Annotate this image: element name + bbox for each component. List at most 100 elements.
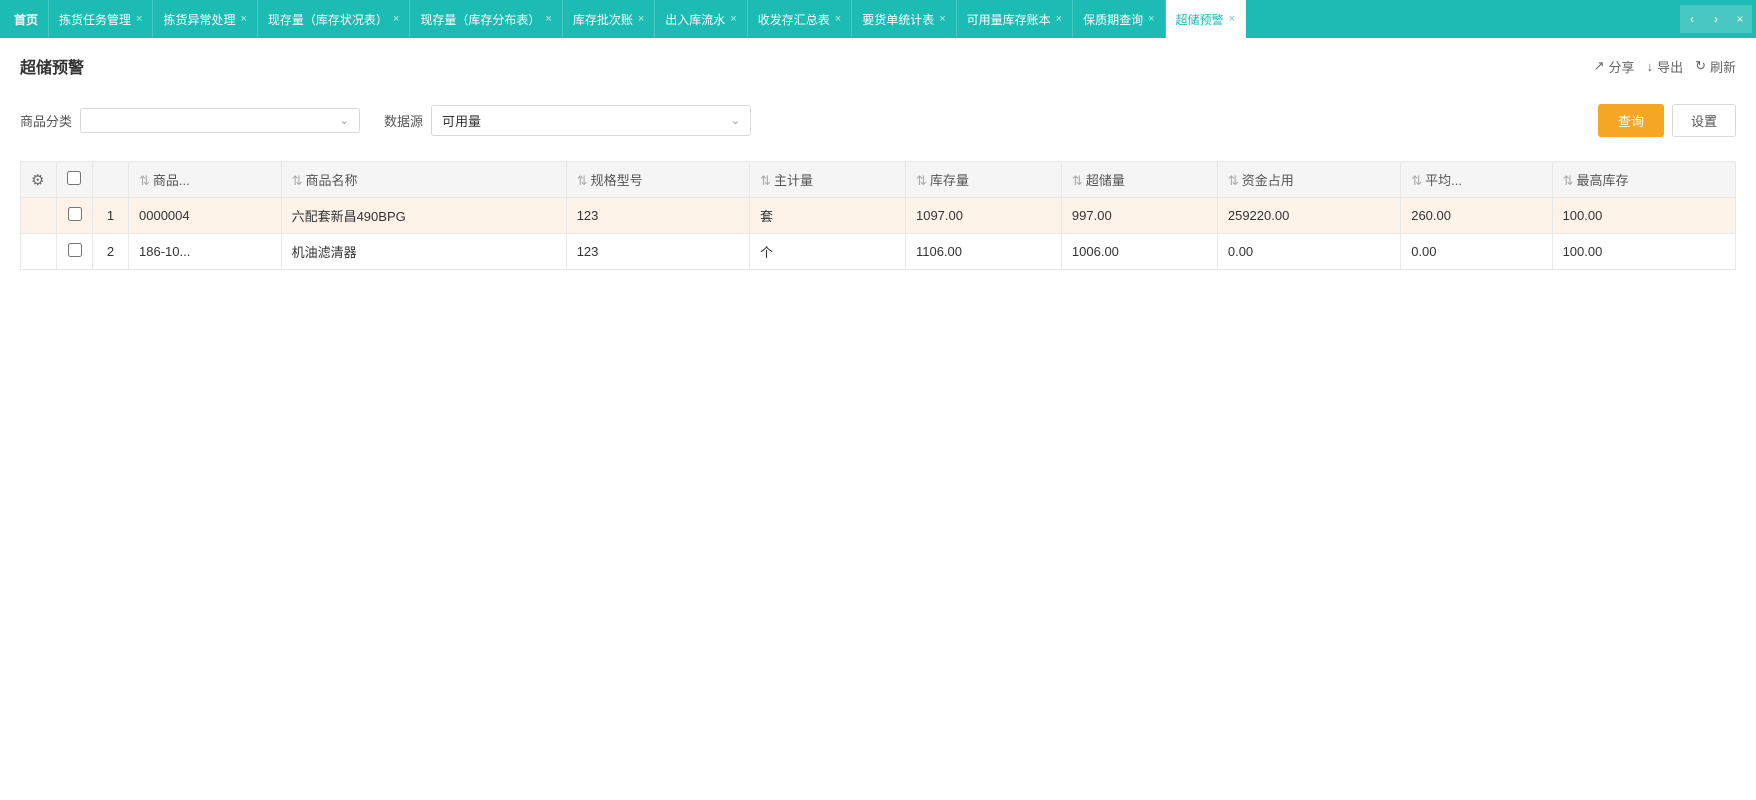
- refresh-icon: ↻: [1695, 58, 1706, 74]
- product-name-cell-1: 机油滤清器: [281, 234, 566, 270]
- close-tab-icon-4[interactable]: ×: [545, 13, 551, 25]
- filter-actions: 查询 设置: [1598, 104, 1736, 137]
- page-title: 超储预警: [20, 54, 84, 78]
- page-title-bar: 超储预警 ↗ 分享 ↓ 导出 ↻ 刷新: [20, 54, 1736, 78]
- nav-tab-5[interactable]: 库存批次账×: [563, 0, 655, 38]
- sort-icon-8[interactable]: ⇅: [1411, 173, 1422, 188]
- chevron-down-icon: ⌄: [340, 114, 349, 127]
- nav-tab-3[interactable]: 现存量（库存状况表）×: [258, 0, 410, 38]
- sort-icon[interactable]: ⇅: [139, 173, 150, 188]
- query-button[interactable]: 查询: [1598, 104, 1664, 137]
- overstock-cell-0: 997.00: [1061, 198, 1217, 234]
- gear-icon[interactable]: ⚙: [31, 172, 44, 189]
- nav-tab-2[interactable]: 拣货异常处理×: [153, 0, 257, 38]
- nav-tab-9[interactable]: 可用量库存账本×: [957, 0, 1073, 38]
- product-code-cell-1: 186-10...: [129, 234, 282, 270]
- sort-icon-7[interactable]: ⇅: [1228, 173, 1239, 188]
- nav-tab-6[interactable]: 出入库流水×: [655, 0, 747, 38]
- checkbox-cell-0[interactable]: [57, 198, 93, 234]
- nav-tab-4[interactable]: 现存量（库存分布表）×: [410, 0, 562, 38]
- settings-button[interactable]: 设置: [1672, 104, 1736, 137]
- select-all-checkbox[interactable]: [67, 171, 81, 185]
- data-table: ⚙ ⇅商品... ⇅商品名称 ⇅规格型号 ⇅主计量: [20, 161, 1736, 270]
- rownum-cell-0: 1: [93, 198, 129, 234]
- sort-icon-4[interactable]: ⇅: [760, 173, 771, 188]
- max-stock-cell-0: 100.00: [1552, 198, 1735, 234]
- spec-cell-0: 123: [566, 198, 749, 234]
- top-nav: 首页拣货任务管理×拣货异常处理×现存量（库存状况表）×现存量（库存分布表）×库存…: [0, 0, 1756, 38]
- nav-right-button[interactable]: ›: [1704, 5, 1728, 33]
- th-rownum: [93, 162, 129, 198]
- datasource-select[interactable]: 可用量 ⌄: [431, 105, 751, 136]
- product-category-select[interactable]: ⌄: [80, 108, 360, 133]
- page-content: 超储预警 ↗ 分享 ↓ 导出 ↻ 刷新 商品分类 ⌄ 数据源: [0, 38, 1756, 286]
- th-capital: ⇅资金占用: [1217, 162, 1400, 198]
- unit-cell-0: 套: [750, 198, 906, 234]
- close-tab-icon-5[interactable]: ×: [638, 13, 644, 25]
- th-product-name: ⇅商品名称: [281, 162, 566, 198]
- export-button[interactable]: ↓ 导出: [1647, 57, 1684, 76]
- sort-icon-5[interactable]: ⇅: [916, 173, 927, 188]
- nav-left-button[interactable]: ‹: [1680, 5, 1704, 33]
- nav-more-button[interactable]: ×: [1728, 5, 1752, 33]
- th-checkbox: [57, 162, 93, 198]
- settings-cell-1: [21, 234, 57, 270]
- th-settings: ⚙: [21, 162, 57, 198]
- nav-tab-1[interactable]: 拣货任务管理×: [49, 0, 153, 38]
- close-tab-icon-7[interactable]: ×: [835, 13, 841, 25]
- filter-datasource: 数据源 可用量 ⌄: [384, 105, 751, 136]
- close-tab-icon-1[interactable]: ×: [136, 13, 142, 25]
- datasource-value: 可用量: [442, 111, 481, 130]
- table-header-row: ⚙ ⇅商品... ⇅商品名称 ⇅规格型号 ⇅主计量: [21, 162, 1736, 198]
- close-tab-icon-2[interactable]: ×: [240, 13, 246, 25]
- th-avg: ⇅平均...: [1401, 162, 1552, 198]
- unit-cell-1: 个: [750, 234, 906, 270]
- close-tab-icon-8[interactable]: ×: [939, 13, 945, 25]
- capital-cell-0: 259220.00: [1217, 198, 1400, 234]
- close-tab-icon-9[interactable]: ×: [1056, 13, 1062, 25]
- nav-arrows: ‹ › ×: [1680, 5, 1752, 33]
- close-tab-icon-10[interactable]: ×: [1148, 13, 1154, 25]
- avg-cell-0: 260.00: [1401, 198, 1552, 234]
- filter-bar: 商品分类 ⌄ 数据源 可用量 ⌄ 查询 设置: [20, 94, 1736, 147]
- sort-icon-2[interactable]: ⇅: [292, 173, 303, 188]
- max-stock-cell-1: 100.00: [1552, 234, 1735, 270]
- product-code-cell-0: 0000004: [129, 198, 282, 234]
- table-row: 2 186-10... 机油滤清器 123 个 1106.00 1006.00 …: [21, 234, 1736, 270]
- title-actions: ↗ 分享 ↓ 导出 ↻ 刷新: [1594, 57, 1736, 76]
- stock-cell-1: 1106.00: [905, 234, 1061, 270]
- th-spec: ⇅规格型号: [566, 162, 749, 198]
- th-overstock: ⇅超储量: [1061, 162, 1217, 198]
- product-name-cell-0: 六配套新昌490BPG: [281, 198, 566, 234]
- checkbox-cell-1[interactable]: [57, 234, 93, 270]
- row-checkbox-1[interactable]: [68, 243, 82, 257]
- settings-cell-0: [21, 198, 57, 234]
- th-product-code: ⇅商品...: [129, 162, 282, 198]
- refresh-button[interactable]: ↻ 刷新: [1695, 57, 1736, 76]
- nav-tab-7[interactable]: 收发存汇总表×: [748, 0, 852, 38]
- close-tab-icon-11[interactable]: ×: [1229, 13, 1235, 25]
- th-stock: ⇅库存量: [905, 162, 1061, 198]
- nav-tab-10[interactable]: 保质期查询×: [1073, 0, 1165, 38]
- sort-icon-3[interactable]: ⇅: [577, 173, 588, 188]
- datasource-label: 数据源: [384, 111, 423, 130]
- nav-tab-8[interactable]: 要货单统计表×: [852, 0, 956, 38]
- nav-tab-11[interactable]: 超储预警×: [1166, 0, 1246, 38]
- product-category-label: 商品分类: [20, 111, 72, 130]
- th-unit: ⇅主计量: [750, 162, 906, 198]
- nav-tab-0[interactable]: 首页: [4, 0, 49, 38]
- close-tab-icon-3[interactable]: ×: [393, 13, 399, 25]
- avg-cell-1: 0.00: [1401, 234, 1552, 270]
- table-row: 1 0000004 六配套新昌490BPG 123 套 1097.00 997.…: [21, 198, 1736, 234]
- chevron-down-icon-2: ⌄: [731, 114, 740, 127]
- sort-icon-6[interactable]: ⇅: [1072, 173, 1083, 188]
- sort-icon-9[interactable]: ⇅: [1563, 173, 1574, 188]
- row-checkbox-0[interactable]: [68, 207, 82, 221]
- stock-cell-0: 1097.00: [905, 198, 1061, 234]
- share-button[interactable]: ↗ 分享: [1594, 57, 1635, 76]
- close-tab-icon-6[interactable]: ×: [730, 13, 736, 25]
- share-icon: ↗: [1594, 58, 1605, 74]
- filter-product-category: 商品分类 ⌄: [20, 108, 360, 133]
- th-max-stock: ⇅最高库存: [1552, 162, 1735, 198]
- export-icon: ↓: [1647, 59, 1654, 74]
